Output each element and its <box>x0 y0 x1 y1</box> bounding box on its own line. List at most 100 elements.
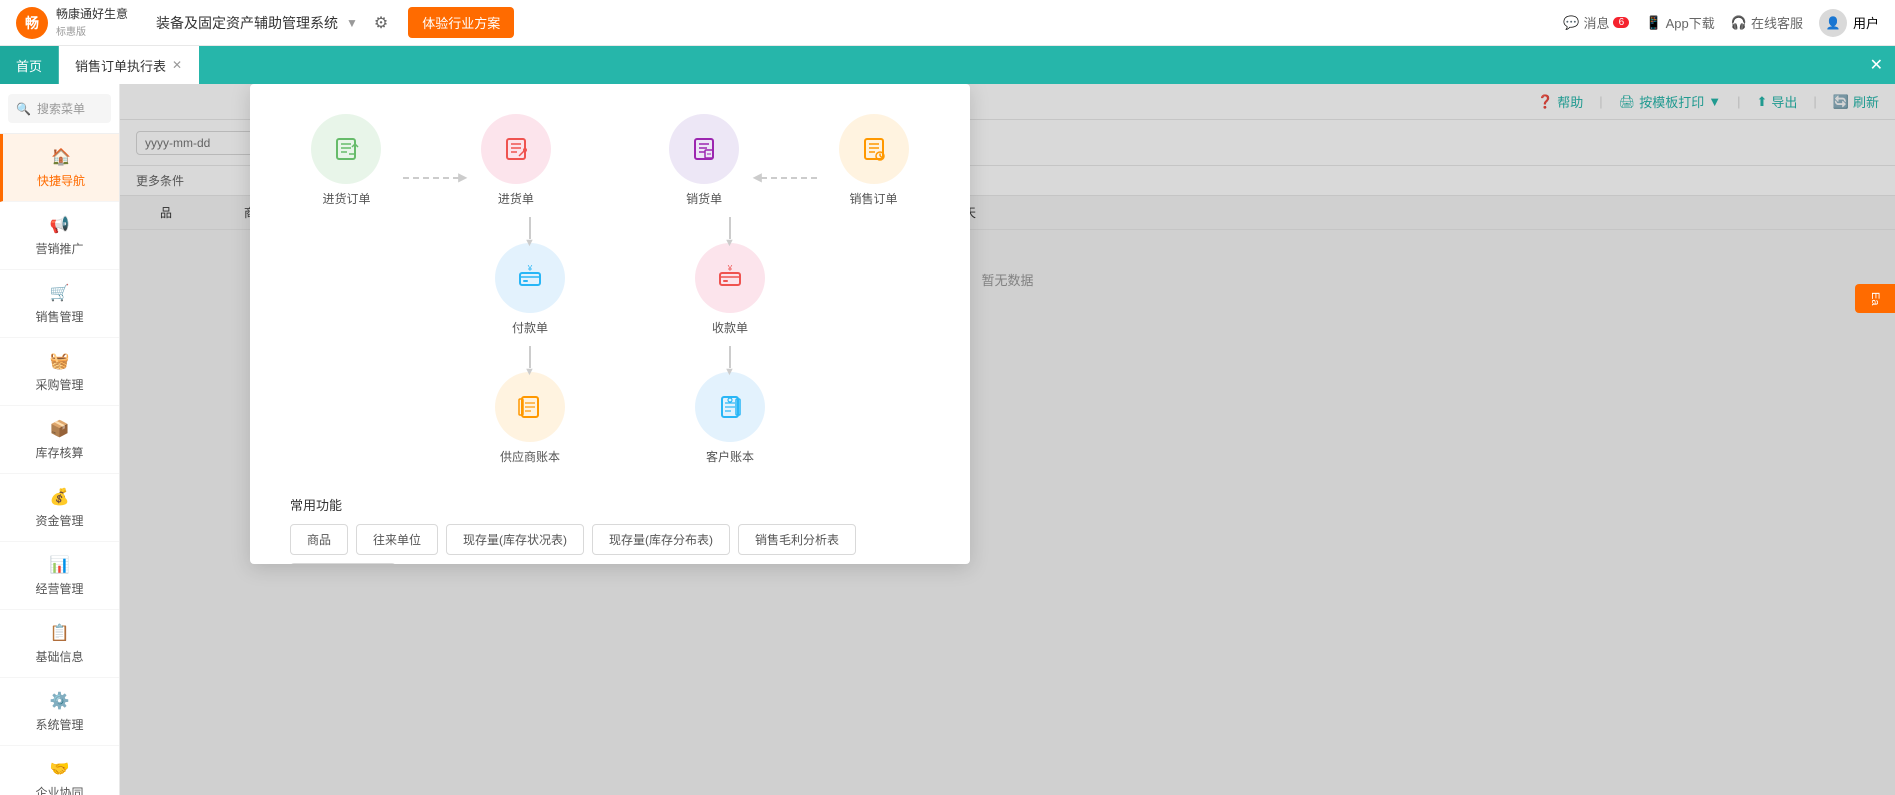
sidebar-item-inventory[interactable]: 📦 库存核算 <box>0 406 119 474</box>
sidebar-item-operations[interactable]: 📊 经营管理 <box>0 542 119 610</box>
sales-order-icon <box>839 114 909 184</box>
quick-nav-icon: 🏠 <box>50 146 72 168</box>
logo-area: 畅 畅康通好生意 标惠版 <box>16 7 136 39</box>
purchase-icon: 🧺 <box>49 350 71 372</box>
avatar: 👤 <box>1819 9 1847 37</box>
cf-btn-stock-dist[interactable]: 现存量(库存分布表) <box>592 524 730 555</box>
flow-node-customer-ledger[interactable]: 客户账本 <box>670 372 790 465</box>
cf-btn-products[interactable]: 商品 <box>290 524 348 555</box>
logo-text: 畅康通好生意 标惠版 <box>56 7 128 38</box>
cf-btn-partners[interactable]: 往来单位 <box>356 524 438 555</box>
customer-ledger-icon <box>695 372 765 442</box>
inventory-icon: 📦 <box>49 418 71 440</box>
message-badge: 6 <box>1613 17 1629 28</box>
sidebar-item-label: 基础信息 <box>35 648 83 665</box>
sidebar-item-quick-nav[interactable]: 🏠 快捷导航 <box>0 134 119 202</box>
svg-text:¥: ¥ <box>727 264 733 273</box>
main-layout: 🔍 搜索菜单 🏠 快捷导航 📢 营销推广 🛒 销售管理 🧺 采购管理 📦 库存核… <box>0 84 1895 795</box>
system-title-area: 装备及固定资产辅助管理系统 ▼ ⚙ 体验行业方案 <box>156 7 1563 38</box>
common-functions-title: 常用功能 <box>290 495 930 514</box>
quick-guide-modal: 进货订单 ▶ <box>250 84 970 564</box>
marketing-icon: 📢 <box>49 214 71 236</box>
flow-node-payment[interactable]: ¥ 付款单 <box>470 243 590 336</box>
tab-sales-order[interactable]: 销售订单执行表 ✕ <box>59 46 199 84</box>
purchase-order-icon <box>311 114 381 184</box>
sales-order-tab-label: 销售订单执行表 <box>75 56 166 75</box>
payment-label: 付款单 <box>512 319 548 336</box>
sidebar-item-finance[interactable]: 💰 资金管理 <box>0 474 119 542</box>
settings-icon[interactable]: ⚙ <box>374 13 388 33</box>
right-decoration[interactable]: Ea <box>1855 284 1895 313</box>
finance-icon: 💰 <box>49 486 71 508</box>
tab-close-icon[interactable]: ✕ <box>172 58 182 72</box>
system-icon: ⚙️ <box>49 690 71 712</box>
right-deco-label: Ea <box>1869 292 1881 305</box>
sidebar-item-label: 库存核算 <box>35 444 83 461</box>
app-download-button[interactable]: 📱 App下载 <box>1645 13 1714 32</box>
customer-ledger-label: 客户账本 <box>706 448 754 465</box>
common-function-buttons: 商品 往来单位 现存量(库存状况表) 现存量(库存分布表) 销售毛利分析表 商品… <box>290 524 930 564</box>
sidebar-item-basic-info[interactable]: 📋 基础信息 <box>0 610 119 678</box>
search-menu-button[interactable]: 🔍 搜索菜单 <box>8 94 111 123</box>
supplier-ledger-label: 供应商账本 <box>500 448 560 465</box>
receipt-label: 收款单 <box>712 319 748 336</box>
system-title: 装备及固定资产辅助管理系统 <box>156 13 338 33</box>
sidebar-item-label: 企业协同 <box>35 784 83 795</box>
sidebar-item-label: 快捷导航 <box>37 172 85 189</box>
sidebar-item-collaboration[interactable]: 🤝 企业协同 <box>0 746 119 795</box>
flow-node-purchase-order[interactable]: 进货订单 <box>290 114 403 207</box>
flow-diagram: 进货订单 ▶ <box>290 114 930 475</box>
cf-btn-sales-margin[interactable]: 销售毛利分析表 <box>738 524 856 555</box>
message-label: 消息 <box>1583 13 1609 32</box>
cf-btn-product-margin[interactable]: 商品毛利分析 <box>290 563 396 564</box>
sidebar-item-marketing[interactable]: 📢 营销推广 <box>0 202 119 270</box>
supplier-ledger-icon <box>495 372 565 442</box>
purchase-icon <box>481 114 551 184</box>
sidebar-item-label: 系统管理 <box>35 716 83 733</box>
message-icon: 💬 <box>1563 15 1579 31</box>
quick-guide-content: 进货订单 ▶ <box>250 84 970 564</box>
basic-info-icon: 📋 <box>49 622 71 644</box>
search-icon: 🔍 <box>16 102 31 116</box>
flow-node-sales-order[interactable]: 销售订单 <box>817 114 930 207</box>
trial-button[interactable]: 体验行业方案 <box>408 7 514 38</box>
sidebar-item-system[interactable]: ⚙️ 系统管理 <box>0 678 119 746</box>
download-icon: 📱 <box>1645 15 1661 31</box>
receipt-icon: ¥ <box>695 243 765 313</box>
modal-overlay[interactable]: 进货订单 ▶ <box>120 84 1895 795</box>
purchase-order-label: 进货订单 <box>322 190 370 207</box>
user-name: 用户 <box>1853 13 1879 32</box>
sidebar-item-label: 经营管理 <box>35 580 83 597</box>
flow-node-purchase[interactable]: 进货单 <box>459 114 572 207</box>
user-info[interactable]: 👤 用户 <box>1819 9 1879 37</box>
sales-label: 销货单 <box>686 190 722 207</box>
svg-text:¥: ¥ <box>527 264 533 273</box>
sales-icon <box>669 114 739 184</box>
common-functions: 常用功能 商品 往来单位 现存量(库存状况表) 现存量(库存分布表) 销售毛利分… <box>290 495 930 564</box>
flow-node-receipt[interactable]: ¥ 收款单 <box>670 243 790 336</box>
sidebar-item-sales[interactable]: 🛒 销售管理 <box>0 270 119 338</box>
home-tab-label: 首页 <box>16 56 42 75</box>
sidebar-item-purchase[interactable]: 🧺 采购管理 <box>0 338 119 406</box>
cf-btn-stock-status[interactable]: 现存量(库存状况表) <box>446 524 584 555</box>
tab-home[interactable]: 首页 <box>0 46 59 84</box>
close-all-tabs-button[interactable]: ✕ <box>1858 55 1895 75</box>
sidebar-item-label: 营销推广 <box>35 240 83 257</box>
logo-icon: 畅 <box>16 7 48 39</box>
collaboration-icon: 🤝 <box>49 758 71 780</box>
payment-icon: ¥ <box>495 243 565 313</box>
top-header: 畅 畅康通好生意 标惠版 装备及固定资产辅助管理系统 ▼ ⚙ 体验行业方案 💬 … <box>0 0 1895 46</box>
operations-icon: 📊 <box>49 554 71 576</box>
online-service-button[interactable]: 🎧 在线客服 <box>1731 13 1803 32</box>
system-dropdown-icon[interactable]: ▼ <box>346 16 358 30</box>
service-icon: 🎧 <box>1731 15 1747 31</box>
header-right: 💬 消息 6 📱 App下载 🎧 在线客服 👤 用户 <box>1563 9 1879 37</box>
message-button[interactable]: 💬 消息 6 <box>1563 13 1629 32</box>
sidebar-item-label: 资金管理 <box>35 512 83 529</box>
sidebar: 🔍 搜索菜单 🏠 快捷导航 📢 营销推广 🛒 销售管理 🧺 采购管理 📦 库存核… <box>0 84 120 795</box>
sales-icon: 🛒 <box>49 282 71 304</box>
flow-node-sales[interactable]: 销货单 <box>648 114 761 207</box>
tab-bar: 首页 销售订单执行表 ✕ ✕ <box>0 46 1895 84</box>
flow-node-supplier-ledger[interactable]: 供应商账本 <box>470 372 590 465</box>
sidebar-item-label: 采购管理 <box>35 376 83 393</box>
